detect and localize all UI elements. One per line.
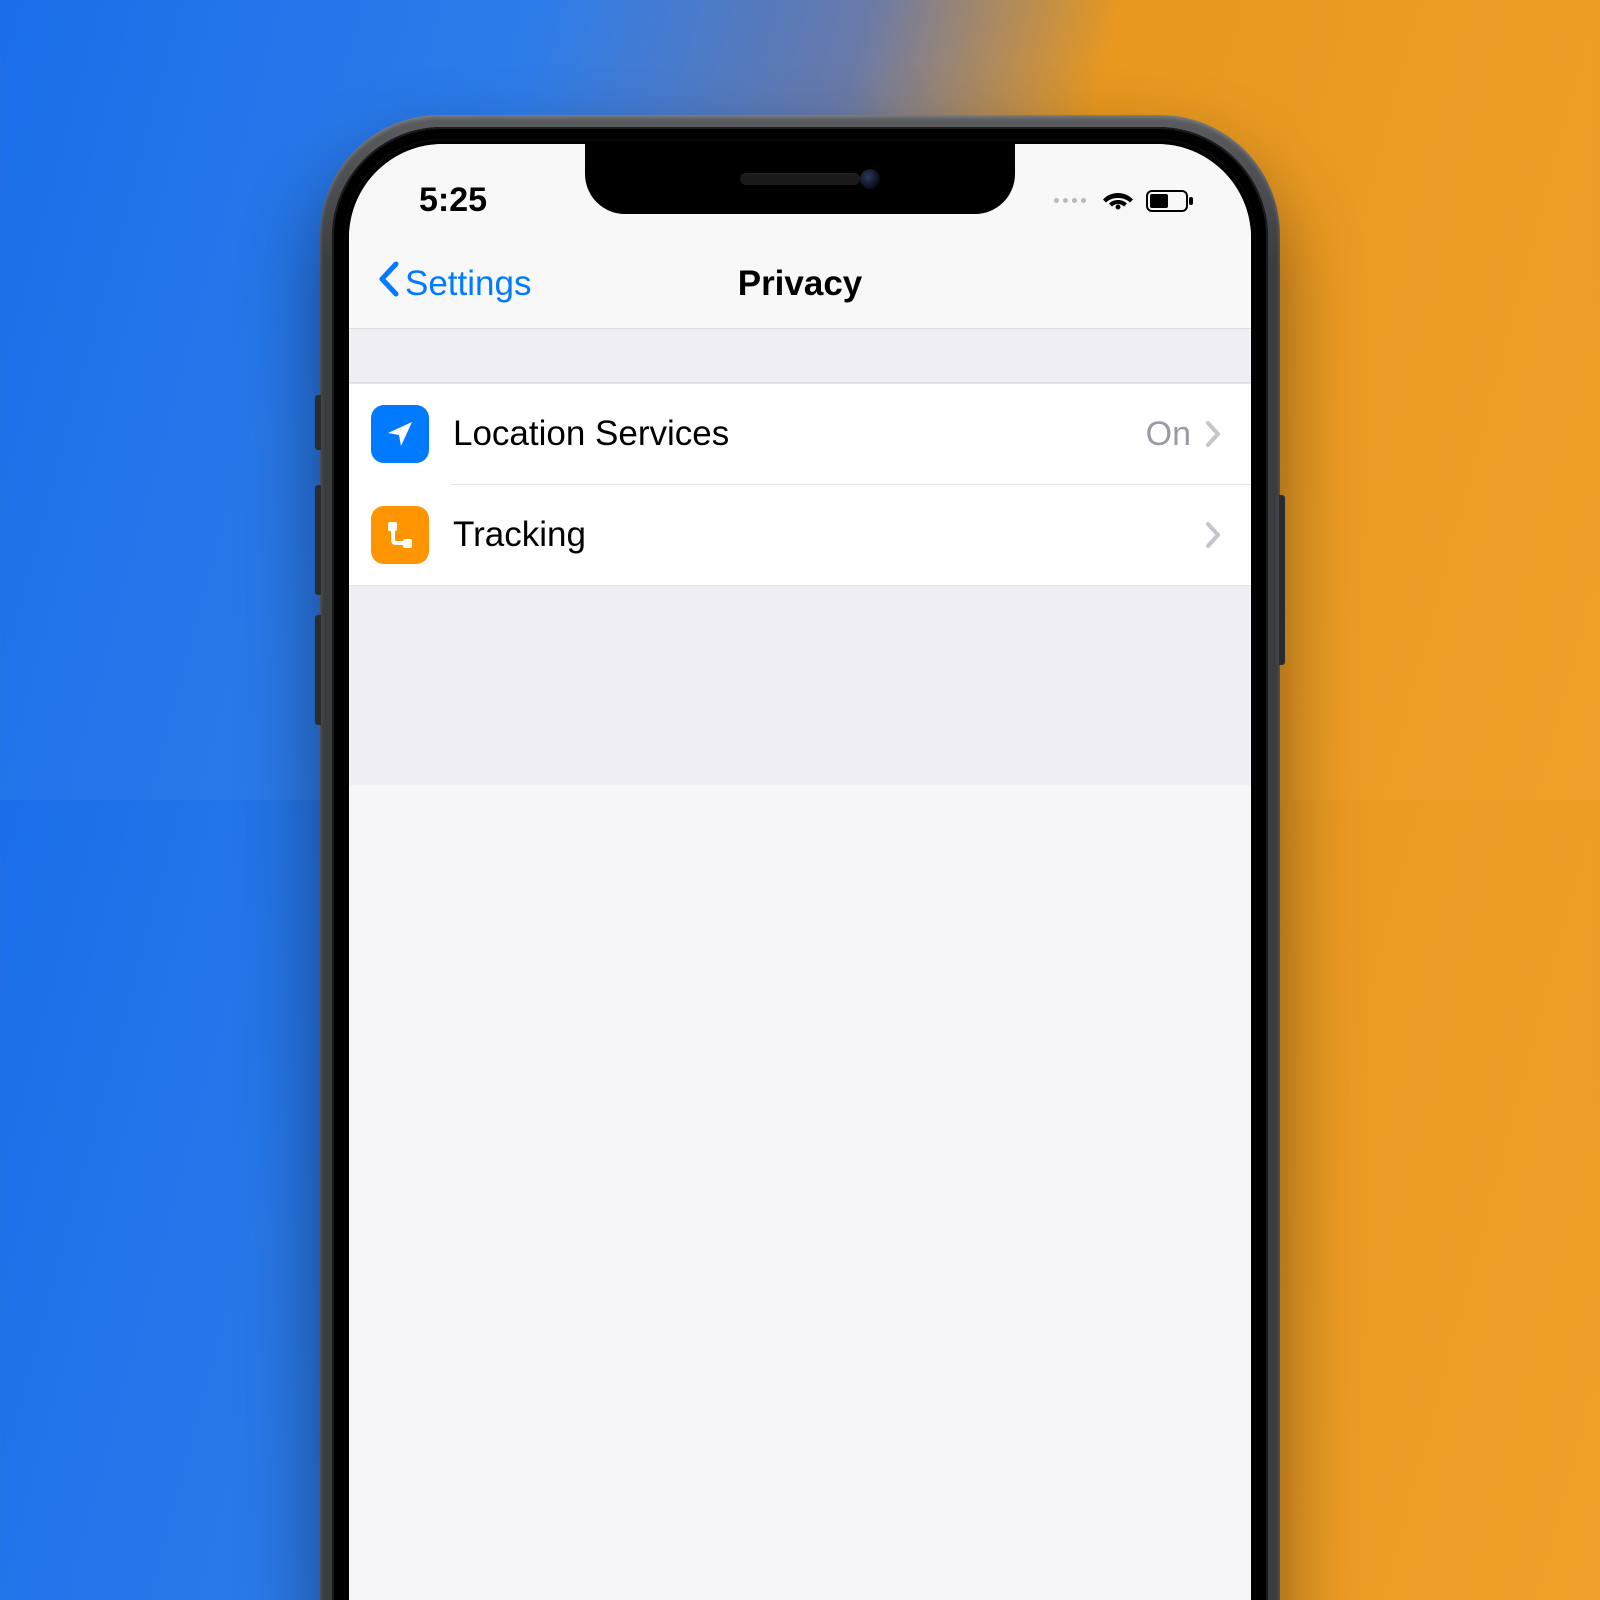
location-arrow-icon [371,405,429,463]
back-label: Settings [405,264,531,304]
row-label: Tracking [453,515,1205,555]
row-label: Location Services [453,414,1146,454]
row-value: On [1146,415,1191,454]
chevron-right-icon [1205,521,1221,549]
row-tracking[interactable]: Tracking [349,485,1251,585]
status-icons [1054,189,1196,213]
chevron-right-icon [1205,420,1221,448]
cell-signal-icon [1054,198,1086,203]
earpiece [740,173,860,185]
front-camera [860,169,880,189]
section-spacer [349,585,1251,785]
volume-up-button [315,485,321,595]
tracking-icon [371,506,429,564]
page-title: Privacy [738,264,863,304]
battery-icon [1146,189,1196,213]
screen: 5:25 [349,144,1251,1600]
power-button [1279,495,1285,665]
chevron-left-icon [377,261,401,306]
wifi-icon [1102,189,1134,213]
back-button[interactable]: Settings [377,261,531,306]
volume-down-button [315,615,321,725]
settings-list: Location Services On [349,383,1251,585]
section-spacer [349,329,1251,383]
content: Location Services On [349,329,1251,785]
mute-switch [315,395,321,450]
row-location-services[interactable]: Location Services On [349,384,1251,484]
phone-frame: 5:25 [320,115,1280,1600]
nav-bar: Settings Privacy [349,239,1251,329]
notch [585,144,1015,214]
status-time: 5:25 [419,181,487,220]
